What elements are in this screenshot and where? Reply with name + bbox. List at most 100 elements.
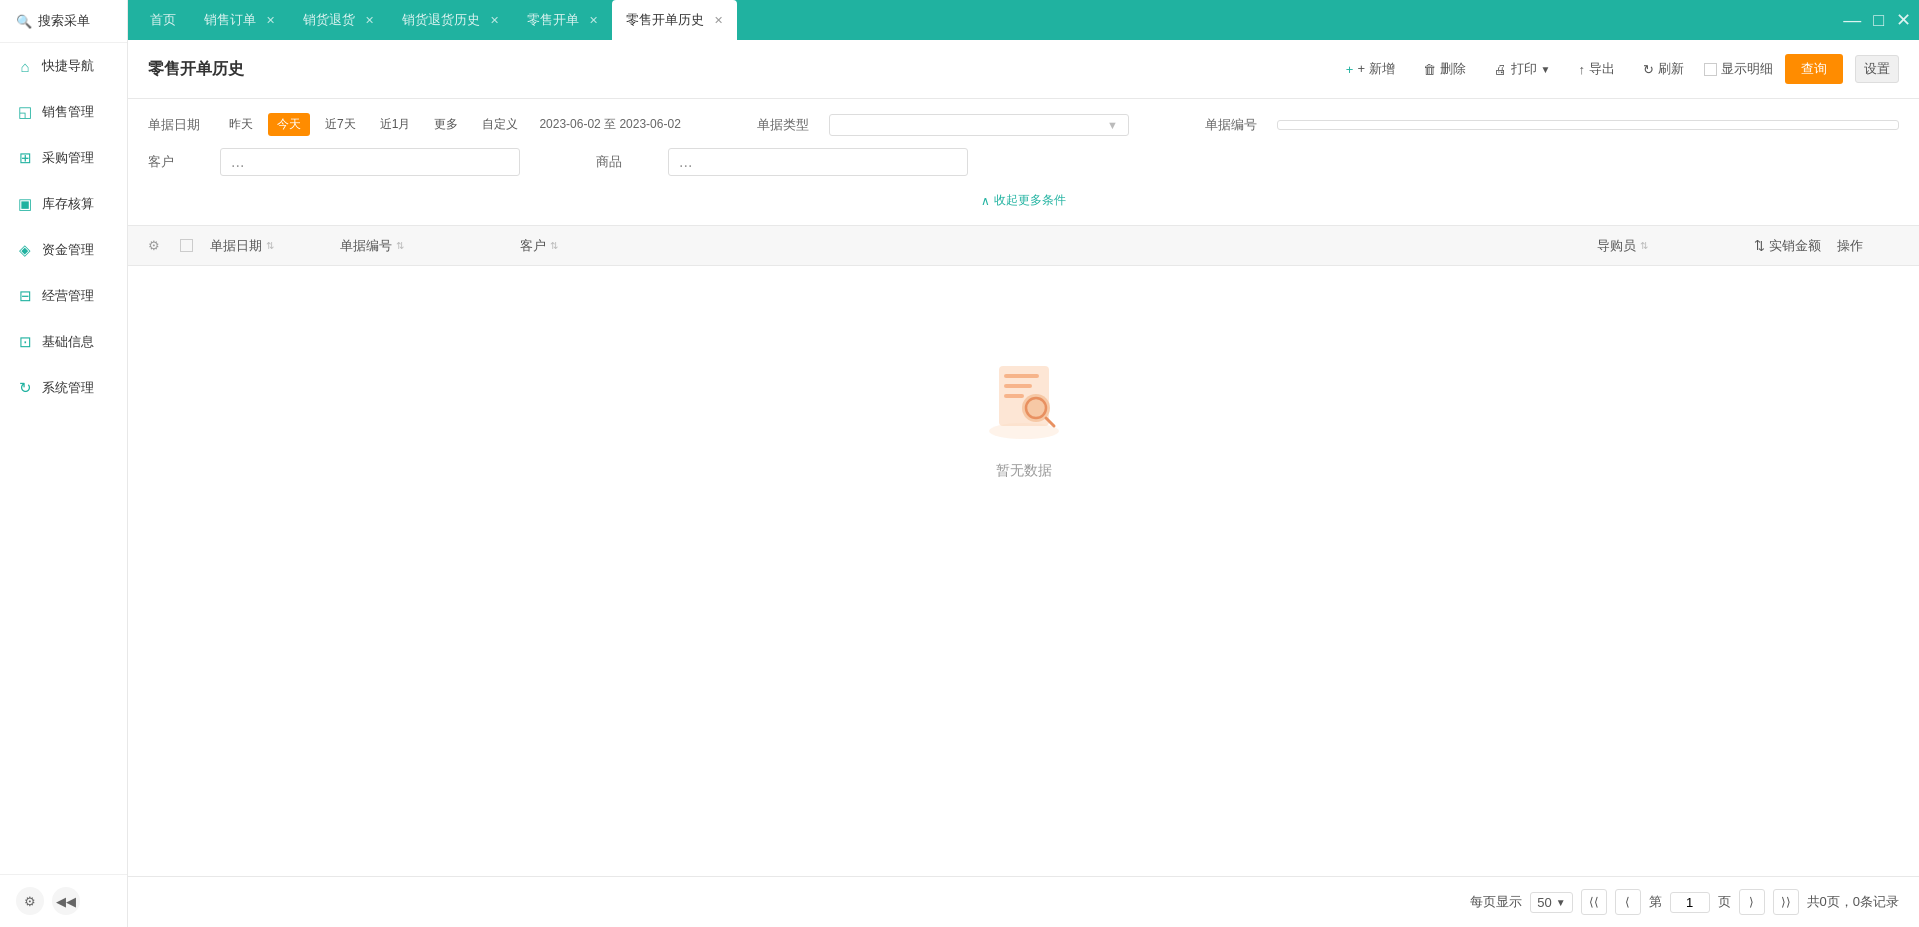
- tab-home[interactable]: 首页: [136, 0, 190, 40]
- sidebar-item-operations[interactable]: ⊟ 经营管理: [0, 273, 127, 319]
- type-select-arrow: ▼: [1107, 119, 1118, 131]
- page-title: 零售开单历史: [148, 59, 244, 80]
- per-page-label: 每页显示: [1470, 893, 1522, 911]
- svg-rect-2: [1004, 374, 1039, 378]
- tab-sales-order[interactable]: 销售订单 ✕: [190, 0, 289, 40]
- tab-retail-open-history-label: 零售开单历史: [626, 11, 704, 29]
- date-options: 昨天 今天 近7天 近1月 更多 自定义 2023-06-02 至 2023-0…: [220, 113, 681, 136]
- date-btn-1month[interactable]: 近1月: [371, 113, 420, 136]
- page-last-btn[interactable]: ⟩⟩: [1773, 889, 1799, 915]
- page-first-btn[interactable]: ⟨⟨: [1581, 889, 1607, 915]
- th-customer-sort-icon: ⇅: [550, 240, 558, 251]
- tab-retail-open[interactable]: 零售开单 ✕: [513, 0, 612, 40]
- tab-sales-return[interactable]: 销货退货 ✕: [289, 0, 388, 40]
- tab-sales-return-history[interactable]: 销货退货历史 ✕: [388, 0, 513, 40]
- date-btn-custom[interactable]: 自定义: [473, 113, 527, 136]
- tab-sales-order-label: 销售订单: [204, 11, 256, 29]
- th-customer[interactable]: 客户 ⇅: [512, 237, 1589, 255]
- th-action: 操作: [1829, 237, 1909, 255]
- per-page-select[interactable]: 50 ▼: [1530, 892, 1572, 913]
- delete-button[interactable]: 🗑 删除: [1415, 56, 1474, 82]
- main-content: 首页 销售订单 ✕ 销货退货 ✕ 销货退货历史 ✕ 零售开单 ✕ 零售开单历史 …: [128, 0, 1919, 927]
- collapse-sidebar-icon[interactable]: ◀◀: [52, 887, 80, 915]
- window-minimize-icon[interactable]: —: [1843, 10, 1861, 31]
- refresh-button[interactable]: ↻ 刷新: [1635, 56, 1692, 82]
- settings-button[interactable]: 设置: [1855, 55, 1899, 83]
- window-close-icon[interactable]: ✕: [1896, 9, 1911, 31]
- tab-sales-return-history-label: 销货退货历史: [402, 11, 480, 29]
- num-filter-label: 单据编号: [1205, 116, 1261, 134]
- tab-sales-return-history-close[interactable]: ✕: [490, 14, 499, 27]
- add-button[interactable]: + + 新增: [1338, 56, 1403, 82]
- tab-home-label: 首页: [150, 11, 176, 29]
- type-filter-select[interactable]: ▼: [829, 114, 1129, 136]
- sidebar-bottom: ⚙ ◀◀: [0, 874, 127, 927]
- page-label: 第: [1649, 893, 1662, 911]
- collapse-bar[interactable]: ∧ 收起更多条件: [148, 188, 1899, 217]
- display-detail-toggle[interactable]: 显示明细: [1704, 60, 1773, 78]
- goods-dots-icon[interactable]: ...: [679, 153, 692, 171]
- window-restore-icon[interactable]: □: [1873, 10, 1884, 31]
- sidebar-search-label: 搜索采单: [38, 12, 90, 30]
- sidebar-item-label: 经营管理: [42, 287, 94, 305]
- th-guide-sort-icon: ⇅: [1640, 240, 1648, 251]
- svg-rect-4: [1004, 394, 1024, 398]
- operations-icon: ⊟: [16, 287, 34, 305]
- tab-retail-open-history[interactable]: 零售开单历史 ✕: [612, 0, 737, 40]
- pagination: 每页显示 50 ▼ ⟨⟨ ⟨ 第 页 ⟩ ⟩⟩ 共0页，0条记录: [128, 876, 1919, 927]
- tab-sales-return-close[interactable]: ✕: [365, 14, 374, 27]
- goods-filter-input[interactable]: ...: [668, 148, 968, 176]
- sidebar-item-finance[interactable]: ◈ 资金管理: [0, 227, 127, 273]
- th-num[interactable]: 单据编号 ⇅: [332, 237, 512, 255]
- tab-retail-open-history-close[interactable]: ✕: [714, 14, 723, 27]
- page-prev-btn[interactable]: ⟨: [1615, 889, 1641, 915]
- sidebar-item-label: 资金管理: [42, 241, 94, 259]
- sidebar-item-sales-mgmt[interactable]: ◱ 销售管理: [0, 89, 127, 135]
- settings-bottom-icon[interactable]: ⚙: [16, 887, 44, 915]
- collapse-label: 收起更多条件: [994, 192, 1066, 209]
- sidebar: 🔍 搜索采单 ⌂ 快捷导航 ◱ 销售管理 ⊞ 采购管理 ▣ 库存核算 ◈ 资金管…: [0, 0, 128, 927]
- sidebar-item-label: 销售管理: [42, 103, 94, 121]
- sidebar-item-sys-mgmt[interactable]: ↻ 系统管理: [0, 365, 127, 411]
- page-input[interactable]: [1670, 892, 1710, 913]
- refresh-label: 刷新: [1658, 60, 1684, 78]
- collapse-arrow-icon: ∧: [981, 194, 990, 208]
- tab-retail-open-close[interactable]: ✕: [589, 14, 598, 27]
- tab-sales-order-close[interactable]: ✕: [266, 14, 275, 27]
- th-guide-label: 导购员: [1597, 237, 1636, 255]
- print-label: 打印: [1511, 60, 1537, 78]
- num-filter-input[interactable]: [1277, 120, 1899, 130]
- sidebar-item-quick-nav[interactable]: ⌂ 快捷导航: [0, 43, 127, 89]
- th-date[interactable]: 单据日期 ⇅: [202, 237, 332, 255]
- th-guide[interactable]: 导购员 ⇅: [1589, 237, 1709, 255]
- th-action-label: 操作: [1837, 237, 1863, 255]
- sidebar-search[interactable]: 🔍 搜索采单: [0, 0, 127, 43]
- customer-dots-icon[interactable]: ...: [231, 153, 244, 171]
- date-btn-today[interactable]: 今天: [268, 113, 310, 136]
- th-date-sort-icon: ⇅: [266, 240, 274, 251]
- per-page-arrow: ▼: [1556, 897, 1566, 908]
- date-btn-yesterday[interactable]: 昨天: [220, 113, 262, 136]
- purchase-icon: ⊞: [16, 149, 34, 167]
- query-button[interactable]: 查询: [1785, 54, 1843, 84]
- page-next-btn[interactable]: ⟩: [1739, 889, 1765, 915]
- column-settings-icon[interactable]: ⚙: [138, 238, 170, 253]
- sidebar-item-label: 快捷导航: [42, 57, 94, 75]
- home-icon: ⌂: [16, 57, 34, 75]
- print-button[interactable]: 🖨 打印 ▼: [1486, 56, 1559, 82]
- customer-filter-input[interactable]: ...: [220, 148, 520, 176]
- date-btn-7days[interactable]: 近7天: [316, 113, 365, 136]
- display-detail-checkbox[interactable]: [1704, 63, 1717, 76]
- sidebar-item-inventory[interactable]: ▣ 库存核算: [0, 181, 127, 227]
- sidebar-item-basic-info[interactable]: ⊡ 基础信息: [0, 319, 127, 365]
- export-label: 导出: [1589, 60, 1615, 78]
- date-btn-more[interactable]: 更多: [425, 113, 467, 136]
- goods-filter-label: 商品: [596, 153, 652, 171]
- customer-filter-label: 客户: [148, 153, 204, 171]
- add-label: + 新增: [1357, 60, 1394, 78]
- filter-row-1: 单据日期 昨天 今天 近7天 近1月 更多 自定义 2023-06-02 至 2…: [148, 113, 1899, 136]
- select-all-checkbox[interactable]: [170, 239, 202, 252]
- export-button[interactable]: ↑ 导出: [1571, 56, 1624, 82]
- sidebar-item-purchase-mgmt[interactable]: ⊞ 采购管理: [0, 135, 127, 181]
- th-amount[interactable]: ⇅ 实销金额: [1709, 237, 1829, 255]
